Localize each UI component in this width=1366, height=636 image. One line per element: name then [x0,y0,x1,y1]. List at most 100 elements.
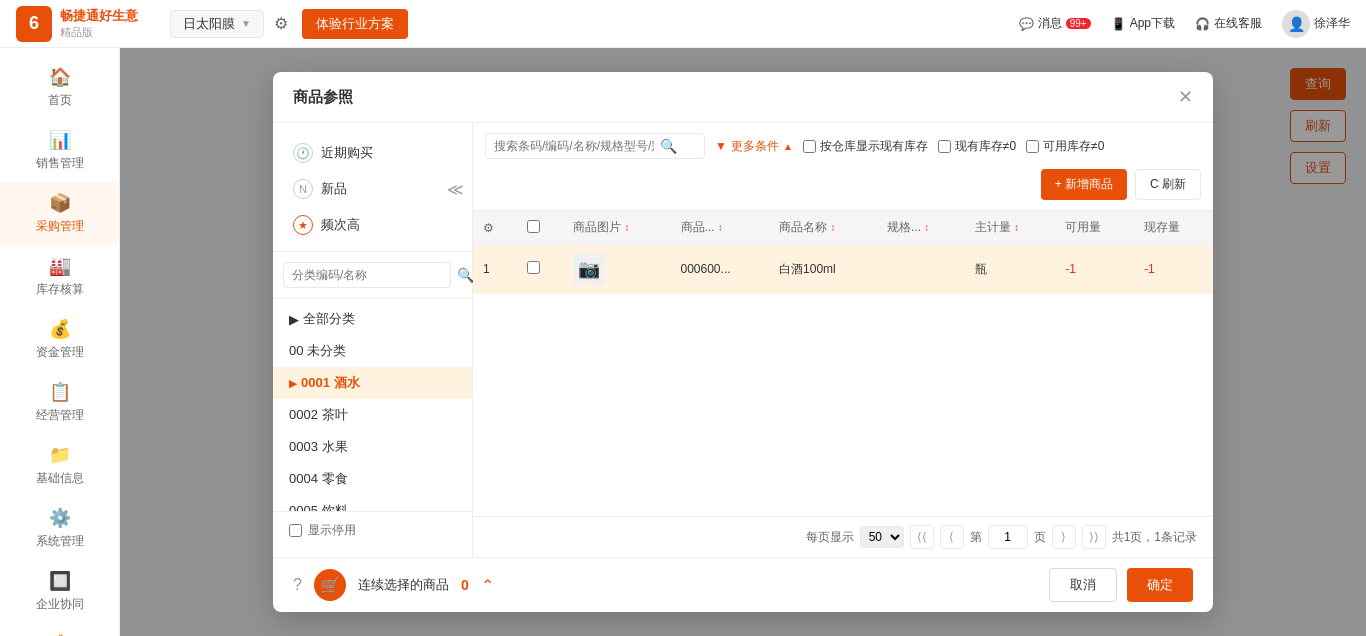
sidebar-label-home: 首页 [48,92,72,109]
sidebar-item-operations[interactable]: 📋 经营管理 [0,371,119,434]
table-header-row: ⚙ 商品图片 ↕ 商品... ↕ [473,211,1213,245]
show-disabled-label: 显示停用 [308,522,356,539]
message-label: 消息 [1038,15,1062,32]
sidebar-item-guide[interactable]: 🔔 新手引导 [0,623,119,636]
app-download-button[interactable]: 📱 App下载 [1111,15,1175,32]
brand-sub: 精品版 [60,25,142,40]
product-search-icon[interactable]: 🔍 [660,138,677,154]
more-filter-button[interactable]: ▼ 更多条件 ▲ [715,138,793,155]
prev-page-button[interactable]: ⟨ [940,525,964,549]
frequent-products[interactable]: ★ 频次高 [277,207,447,243]
filter-icon: ▼ [715,139,727,153]
cat-label-0004: 0004 零食 [289,470,348,488]
per-page-select[interactable]: 50 [860,526,904,548]
message-icon: 💬 [1019,17,1034,31]
sidebar-label-finance: 资金管理 [36,344,84,361]
cart-button[interactable]: 🛒 [314,569,346,601]
th-stock: 现存量 [1134,211,1213,245]
td-stock: -1 [1134,245,1213,294]
footer-actions: 取消 确定 [1049,568,1193,602]
freq-label: 频次高 [321,216,360,234]
cat-code-00: 00 未分类 [289,342,346,360]
checkbox-current-stock[interactable]: 现有库存≠0 [938,138,1016,155]
main-layout: 🏠 首页 📊 销售管理 📦 采购管理 🏭 库存核算 💰 资金管理 📋 经营管理 … [0,48,1366,636]
category-all[interactable]: ▶ 全部分类 [273,303,472,335]
category-00[interactable]: 00 未分类 [273,335,472,367]
th-image-label: 商品图片 [573,220,621,234]
row-checkbox[interactable] [527,261,540,274]
th-code: 商品... ↕ [671,211,770,245]
category-search-input[interactable] [283,262,451,288]
page-number-input[interactable] [988,525,1028,549]
sort-image-icon: ↕ [624,222,629,233]
purchase-icon: 📦 [49,192,71,214]
confirm-button[interactable]: 确定 [1127,568,1193,602]
sidebar-item-finance[interactable]: 💰 资金管理 [0,308,119,371]
avatar: 👤 [1282,10,1310,38]
toolbar-right: + 新增商品 C 刷新 [1041,169,1201,200]
category-0005[interactable]: 0005 饮料 [273,495,472,511]
last-page-button[interactable]: ⟩⟩ [1082,525,1106,549]
category-search-icon[interactable]: 🔍 [457,267,474,283]
finance-icon: 💰 [49,318,71,340]
product-table: ⚙ 商品图片 ↕ 商品... ↕ [473,211,1213,294]
category-search-row: 🔍 [273,256,472,294]
category-0003[interactable]: 0003 水果 [273,431,472,463]
category-0001[interactable]: ▶ 0001 酒水 [273,367,472,399]
cancel-button[interactable]: 取消 [1049,568,1117,602]
select-all-checkbox[interactable] [527,220,540,233]
first-page-button[interactable]: ⟨⟨ [910,525,934,549]
help-icon[interactable]: ? [293,576,302,594]
recent-label: 近期购买 [321,144,373,162]
expand-arrow-icon: ▶ [289,312,299,327]
sidebar: 🏠 首页 📊 销售管理 📦 采购管理 🏭 库存核算 💰 资金管理 📋 经营管理 … [0,48,120,636]
td-name: 白酒100ml [769,245,877,294]
cart-collapse-icon[interactable]: ⌃ [481,576,494,595]
next-page-button[interactable]: ⟩ [1052,525,1076,549]
current-stock-checkbox[interactable] [938,140,951,153]
topbar: 6 畅捷通好生意 精品版 日太阳膜 ▼ ⚙ 体验行业方案 💬 消息 99+ 📱 … [0,0,1366,48]
table-row[interactable]: 1 📷 000600... 白酒100ml 瓶 [473,245,1213,294]
by-warehouse-checkbox[interactable] [803,140,816,153]
page-word2: 页 [1034,529,1046,546]
available-stock-checkbox[interactable] [1026,140,1039,153]
sidebar-item-purchase[interactable]: 📦 采购管理 [0,182,119,245]
sidebar-item-sales[interactable]: 📊 销售管理 [0,119,119,182]
divider [273,251,472,252]
messages-button[interactable]: 💬 消息 99+ [1019,15,1091,32]
sidebar-item-system[interactable]: ⚙️ 系统管理 [0,497,119,560]
category-0004[interactable]: 0004 零食 [273,463,472,495]
chevron-down-icon: ▼ [241,18,251,29]
store-selector[interactable]: 日太阳膜 ▼ [170,10,264,38]
product-search-input[interactable] [494,139,654,153]
refresh-table-button[interactable]: C 刷新 [1135,169,1201,200]
th-unit-label: 主计量 [975,220,1011,234]
cart-label: 连续选择的商品 [358,576,449,594]
gear-icon[interactable]: ⚙ [274,14,288,33]
topbar-right: 💬 消息 99+ 📱 App下载 🎧 在线客服 👤 徐泽华 [1019,10,1350,38]
sidebar-item-home[interactable]: 🏠 首页 [0,56,119,119]
sidebar-item-inventory[interactable]: 🏭 库存核算 [0,245,119,308]
table-settings-icon[interactable]: ⚙ [483,221,494,235]
checkbox-by-warehouse[interactable]: 按仓库显示现有库存 [803,138,928,155]
close-icon[interactable]: ✕ [1178,86,1193,108]
new-products[interactable]: N 新品 [277,171,447,207]
trial-button[interactable]: 体验行业方案 [302,9,408,39]
sidebar-label-operations: 经营管理 [36,407,84,424]
sort-spec-icon: ↕ [924,222,929,233]
th-image: 商品图片 ↕ [563,211,670,245]
category-0002[interactable]: 0002 茶叶 [273,399,472,431]
checkbox-available-stock[interactable]: 可用库存≠0 [1026,138,1104,155]
recent-purchases[interactable]: 🕐 近期购买 [277,135,447,171]
collapse-button[interactable]: ≪ [447,180,464,199]
add-product-button[interactable]: + 新增商品 [1041,169,1127,200]
sidebar-item-enterprise[interactable]: 🔲 企业协同 [0,560,119,623]
product-table-container: ⚙ 商品图片 ↕ 商品... ↕ [473,211,1213,516]
th-name: 商品名称 ↕ [769,211,877,245]
current-stock-label: 现有库存≠0 [955,138,1016,155]
sidebar-label-sales: 销售管理 [36,155,84,172]
service-button[interactable]: 🎧 在线客服 [1195,15,1262,32]
show-disabled-checkbox[interactable] [289,524,302,537]
sidebar-item-basic-info[interactable]: 📁 基础信息 [0,434,119,497]
user-profile[interactable]: 👤 徐泽华 [1282,10,1350,38]
